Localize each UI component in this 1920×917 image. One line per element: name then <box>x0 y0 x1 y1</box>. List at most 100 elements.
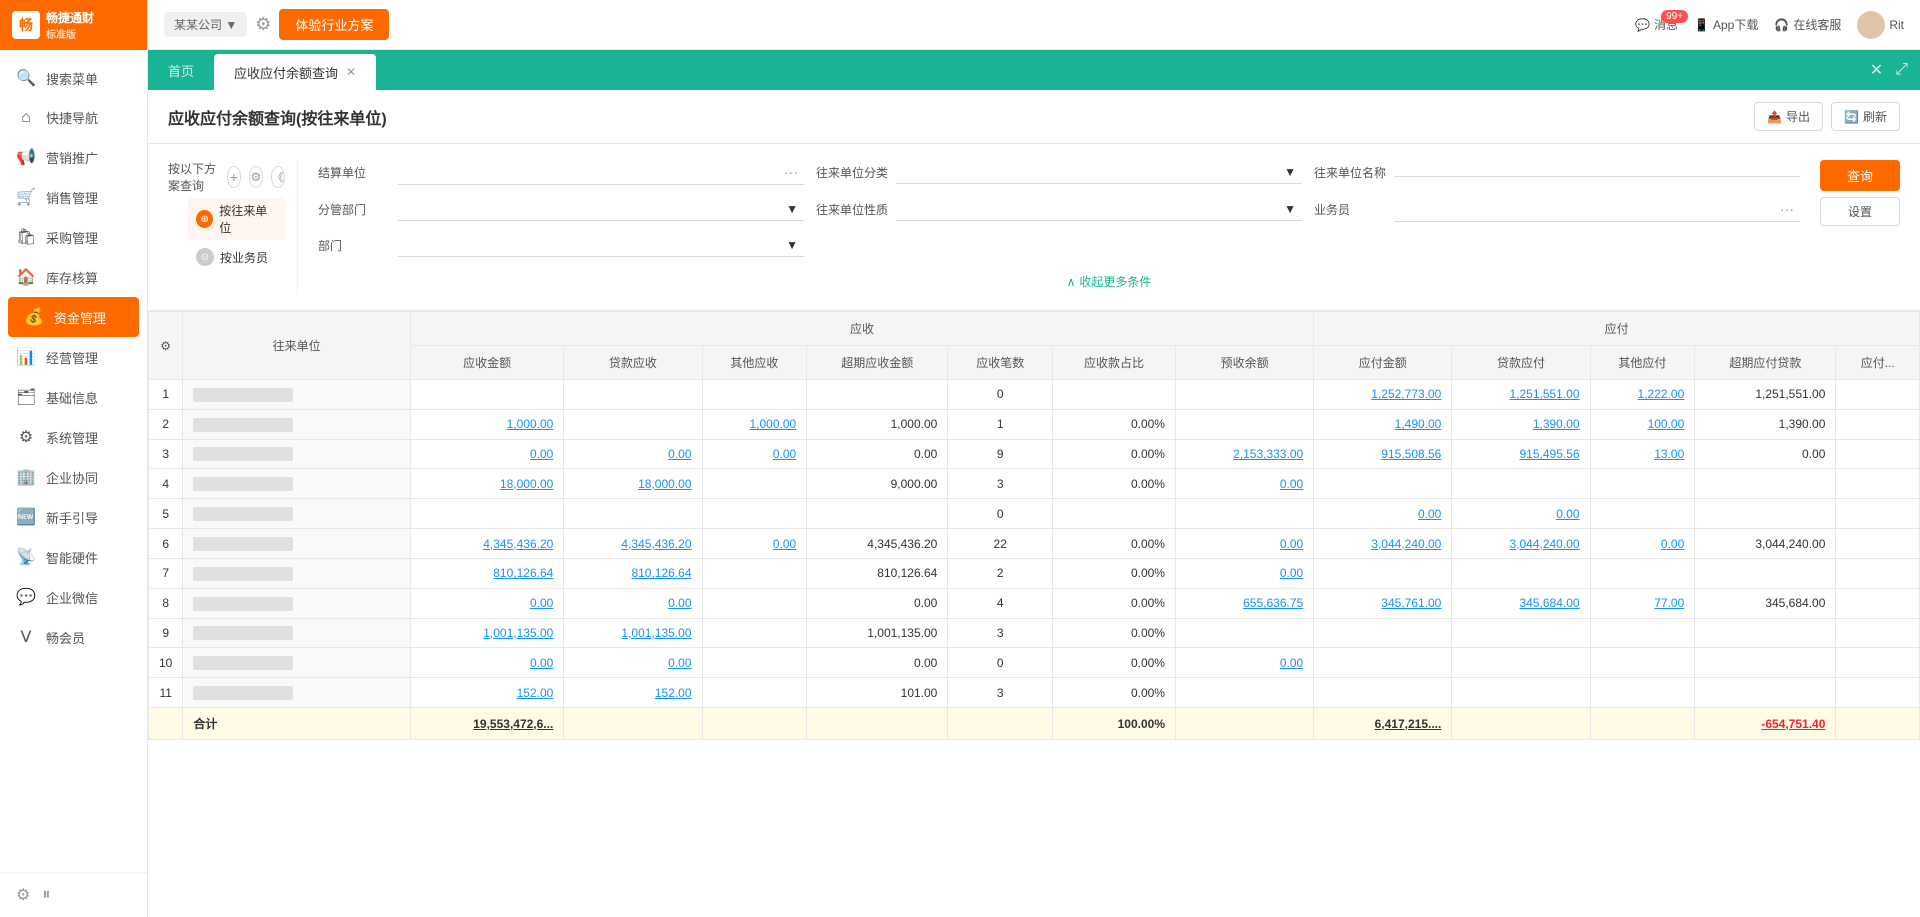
scheme-salesman-icon: ⊙ <box>196 248 214 266</box>
footer-ar-total[interactable]: 19,553,472,6... <box>410 708 563 740</box>
row-ap-amount <box>1314 558 1452 588</box>
field-salesman: 业务员 ··· <box>1314 197 1800 222</box>
dept-input[interactable]: ▼ <box>398 198 804 221</box>
footer-label: 合计 <box>183 708 411 740</box>
row-num: 5 <box>149 499 183 529</box>
sidebar-item-marketing[interactable]: 📢营销推广 <box>0 137 147 177</box>
tab-expand-icon[interactable]: ⤢ <box>1895 61 1908 79</box>
settlement-unit-input[interactable]: ··· <box>398 160 804 185</box>
company-selector[interactable]: 某某公司 ▼ <box>164 12 247 37</box>
topbar: 某某公司 ▼ ⚙ 体验行业方案 💬 消息 99+ 📱 App下载 🎧 在线客服 <box>148 0 1920 50</box>
settings-footer-icon[interactable]: ⚙ <box>16 885 30 905</box>
tab-close-window-icon[interactable]: ✕ <box>1870 60 1883 80</box>
row-ap-other: 0.00 <box>1590 529 1695 559</box>
row-ar-prepay <box>1175 409 1313 439</box>
app-download-button[interactable]: 📱 App下载 <box>1694 16 1758 33</box>
row-ar-count: 1 <box>948 409 1053 439</box>
sidebar-item-member[interactable]: Ⅴ畅会员 <box>0 617 147 657</box>
table-settings-header[interactable]: ⚙ <box>149 312 183 380</box>
user-avatar-area[interactable]: Rit <box>1857 11 1904 39</box>
row-ar-amount: 1,001,135.00 <box>410 618 563 648</box>
sidebar-item-enterprise-wx[interactable]: 💬企业微信 <box>0 577 147 617</box>
scheme-by-partner[interactable]: ⊕ 按往来单位 <box>188 198 285 240</box>
main-area: 某某公司 ▼ ⚙ 体验行业方案 💬 消息 99+ 📱 App下载 🎧 在线客服 <box>148 0 1920 917</box>
page-actions: 📤 导出 🔄 刷新 <box>1754 102 1900 131</box>
salesman-input[interactable]: ··· <box>1394 197 1800 222</box>
row-ar-ratio: 0.00% <box>1053 588 1176 618</box>
filter-add-button[interactable]: + <box>227 166 241 188</box>
filter-setting-button[interactable]: 设置 <box>1820 197 1900 226</box>
collapse-footer-icon[interactable]: ⏸ <box>42 886 50 904</box>
filter-collapse-button[interactable]: 《 <box>271 166 285 188</box>
table-row: 3 0.00 0.00 0.00 0.00 9 0.00% 2,153,333.… <box>149 439 1920 469</box>
sidebar-item-guide[interactable]: 🆕新手引导 <box>0 497 147 537</box>
sidebar-item-purchase[interactable]: 🛍采购管理 <box>0 217 147 257</box>
refresh-button[interactable]: 🔄 刷新 <box>1831 102 1900 131</box>
message-icon: 💬 <box>1635 18 1650 32</box>
sidebar-item-operations[interactable]: 📊经营管理 <box>0 337 147 377</box>
collapse-more-button[interactable]: ∧ 收起更多条件 <box>318 269 1900 294</box>
topbar-right: 💬 消息 99+ 📱 App下载 🎧 在线客服 Rit <box>1635 11 1904 39</box>
filter-top-row: 按以下方案查询 + ⚙ 《 <box>168 160 285 194</box>
row-ar-ratio: 0.00% <box>1053 678 1176 708</box>
sidebar-item-smart-hw[interactable]: 📡智能硬件 <box>0 537 147 577</box>
topbar-gear-icon[interactable]: ⚙ <box>255 14 271 35</box>
tab-home[interactable]: 首页 <box>148 50 214 90</box>
footer-ap-overdue[interactable]: -654,751.40 <box>1695 708 1836 740</box>
sidebar-item-basic-info[interactable]: 🗂基础信息 <box>0 377 147 417</box>
partner-nature-input[interactable]: ▼ <box>896 198 1302 221</box>
page-title: 应收应付余额查询(按往来单位) <box>168 105 387 129</box>
row-ar-amount: 0.00 <box>410 648 563 678</box>
settlement-unit-label: 结算单位 <box>318 164 390 181</box>
export-button[interactable]: 📤 导出 <box>1754 102 1823 131</box>
row-ar-overdue: 1,000.00 <box>807 409 948 439</box>
sidebar-item-system[interactable]: ⚙系统管理 <box>0 417 147 457</box>
row-ap-overdue <box>1695 558 1836 588</box>
partner-category-input[interactable]: ▼ <box>896 161 1302 184</box>
menu-icon-operations: 📊 <box>16 347 36 367</box>
sidebar-item-search-menu[interactable]: 🔍搜索菜单 <box>0 58 147 98</box>
row-ar-overdue <box>807 499 948 529</box>
col-ar-overdue: 超期应收金额 <box>807 346 948 380</box>
row-ap-more <box>1836 469 1920 499</box>
row-ar-loan: 1,001,135.00 <box>564 618 702 648</box>
tab-ar-ap[interactable]: 应收应付余额查询 ✕ <box>214 54 376 90</box>
row-ap-more <box>1836 380 1920 410</box>
footer-ap-total[interactable]: 6,417,215.... <box>1314 708 1452 740</box>
row-ar-other: 0.00 <box>702 439 807 469</box>
sidebar-item-quick-nav[interactable]: ⌂快捷导航 <box>0 98 147 137</box>
row-ap-overdue: 3,044,240.00 <box>1695 529 1836 559</box>
row-ap-amount: 3,044,240.00 <box>1314 529 1452 559</box>
sidebar-item-sales[interactable]: 🛒销售管理 <box>0 177 147 217</box>
row-ap-overdue <box>1695 678 1836 708</box>
message-button[interactable]: 💬 消息 99+ <box>1635 16 1678 33</box>
row-ap-overdue: 1,251,551.00 <box>1695 380 1836 410</box>
row-ar-ratio: 0.00% <box>1053 439 1176 469</box>
app-name: 畅捷通财 <box>46 9 94 26</box>
department-input[interactable]: ▼ <box>398 234 804 257</box>
partner-name-input[interactable] <box>1394 168 1800 177</box>
filter-sidebar: 按以下方案查询 + ⚙ 《 ⊕ 按往来单位 ⊙ 按业务员 <box>168 160 298 294</box>
row-ar-loan: 0.00 <box>564 648 702 678</box>
tab-close-icon[interactable]: ✕ <box>346 65 356 79</box>
row-ar-count: 2 <box>948 558 1053 588</box>
promo-button[interactable]: 体验行业方案 <box>279 9 389 40</box>
col-ar-amount: 应收金额 <box>410 346 563 380</box>
row-ar-prepay <box>1175 618 1313 648</box>
scheme-by-salesman[interactable]: ⊙ 按业务员 <box>188 244 285 270</box>
row-partner <box>183 529 411 559</box>
sidebar-item-inventory[interactable]: 🏠库存核算 <box>0 257 147 297</box>
filter-main: 按以下方案查询 + ⚙ 《 ⊕ 按往来单位 ⊙ 按业务员 <box>168 160 1900 294</box>
sidebar-item-finance[interactable]: 💰资金管理 <box>8 297 139 337</box>
sidebar-item-enterprise[interactable]: 🏢企业协同 <box>0 457 147 497</box>
row-ar-overdue: 810,126.64 <box>807 558 948 588</box>
online-service-button[interactable]: 🎧 在线客服 <box>1774 16 1841 33</box>
edition-label: 标准版 <box>46 26 94 41</box>
row-partner <box>183 678 411 708</box>
filter-settings-button[interactable]: ⚙ <box>249 166 263 188</box>
settlement-unit-dots: ··· <box>784 164 798 180</box>
col-ar-count: 应收笔数 <box>948 346 1053 380</box>
query-button[interactable]: 查询 <box>1820 160 1900 191</box>
row-num: 1 <box>149 380 183 410</box>
row-num: 10 <box>149 648 183 678</box>
